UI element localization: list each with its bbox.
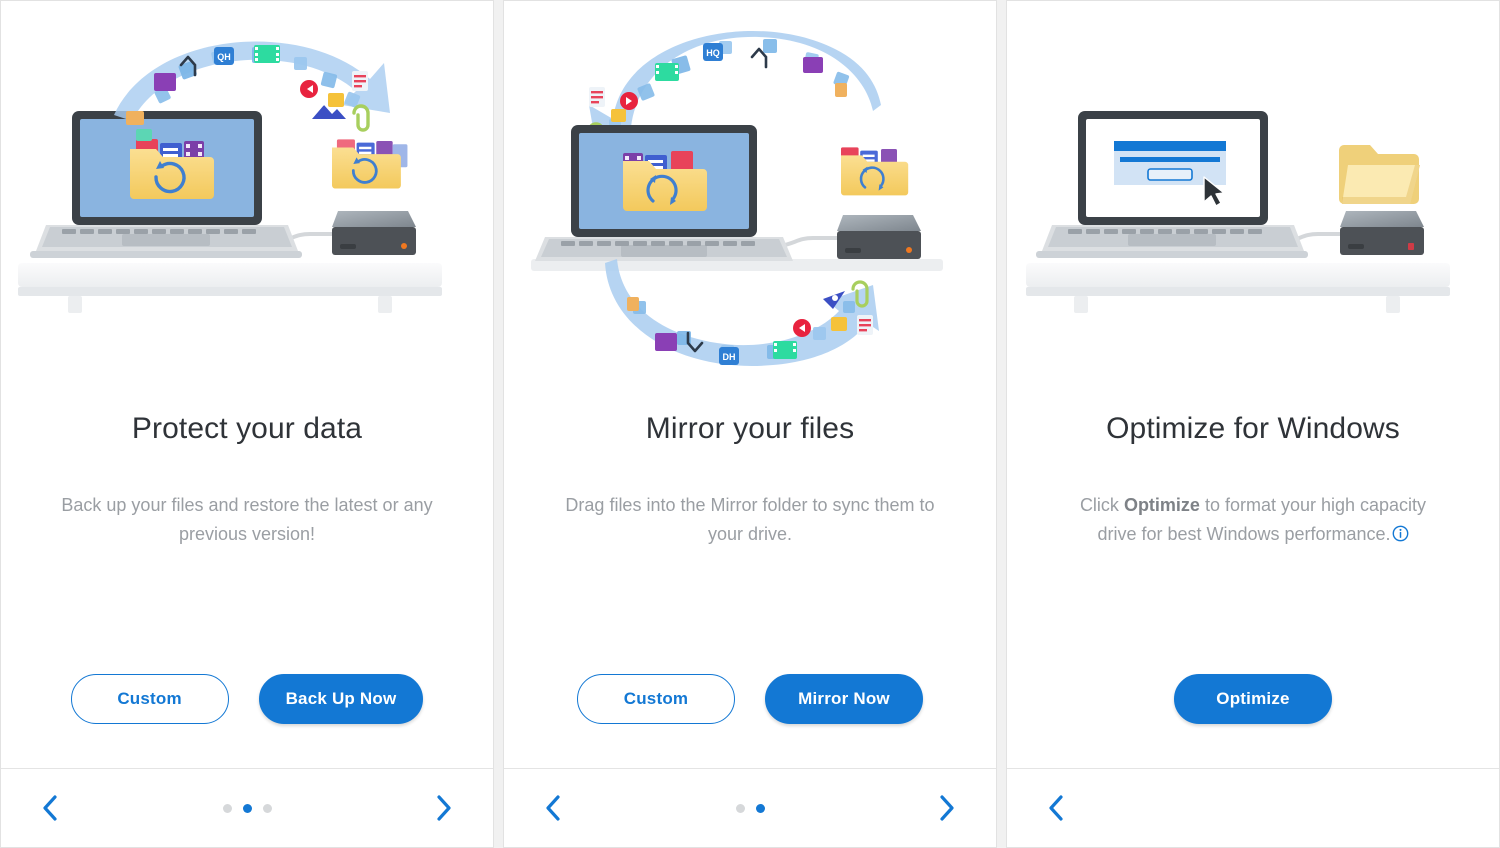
optimize-illustration	[1007, 1, 1499, 391]
carousel-footer	[504, 768, 996, 847]
mirror-now-button[interactable]: Mirror Now	[765, 674, 923, 724]
sync-arc-bottom: DH	[605, 259, 879, 366]
action-buttons: Custom Mirror Now	[504, 674, 996, 724]
panel-protect-your-data: QH Protect your data Back up your files …	[0, 0, 494, 848]
svg-text:DH: DH	[723, 352, 736, 362]
description-pre: Click	[1079, 495, 1124, 515]
svg-text:HQ: HQ	[706, 48, 720, 58]
mirror-illustration: HQ DH	[504, 1, 996, 391]
folder-over-drive	[332, 139, 408, 189]
previous-arrow-icon[interactable]	[1039, 791, 1073, 825]
page-description: Click Optimize to format your high capac…	[1058, 491, 1448, 551]
panel-body: QH Protect your data Back up your files …	[1, 1, 493, 768]
svg-text:QH: QH	[217, 52, 231, 62]
page-title: Optimize for Windows	[1106, 412, 1400, 445]
text-block: Mirror your files Drag files into the Mi…	[504, 411, 996, 549]
folder-on-screen	[130, 139, 214, 199]
previous-arrow-icon[interactable]	[536, 791, 570, 825]
dialog-on-screen	[1114, 141, 1226, 185]
information-icon[interactable]	[1392, 522, 1409, 551]
panel-body: HQ DH Mirror your files Drag files into …	[504, 1, 996, 768]
custom-button[interactable]: Custom	[577, 674, 735, 724]
carousel-footer	[1007, 768, 1499, 847]
back-up-now-button[interactable]: Back Up Now	[258, 674, 424, 724]
carousel-dot-active[interactable]	[242, 803, 252, 813]
backup-illustration: QH	[1, 1, 493, 391]
panel-body: Optimize for Windows Click Optimize to f…	[1007, 1, 1499, 768]
action-buttons: Optimize	[1007, 674, 1499, 724]
desk-shape	[18, 263, 442, 313]
next-arrow-icon[interactable]	[427, 791, 461, 825]
panel-mirror-your-files: HQ DH Mirror your files Drag files into …	[503, 0, 997, 848]
external-hard-drive	[1340, 211, 1424, 255]
carousel-footer	[1, 768, 493, 847]
carousel-dot[interactable]	[262, 803, 272, 813]
next-arrow-icon[interactable]	[930, 791, 964, 825]
external-hard-drive	[837, 215, 921, 259]
previous-arrow-icon[interactable]	[33, 791, 67, 825]
external-hard-drive	[332, 211, 416, 255]
carousel-dot[interactable]	[222, 803, 232, 813]
desk-shape	[1026, 263, 1450, 313]
carousel-dots	[504, 769, 996, 847]
page-title: Protect your data	[131, 412, 363, 445]
page-description: Drag files into the Mirror folder to syn…	[565, 495, 935, 545]
text-block: Protect your data Back up your files and…	[1, 411, 493, 549]
text-block: Optimize for Windows Click Optimize to f…	[1007, 411, 1499, 551]
carousel-dot[interactable]	[735, 803, 745, 813]
panel-optimize-for-windows: Optimize for Windows Click Optimize to f…	[1006, 0, 1500, 848]
custom-button[interactable]: Custom	[70, 674, 229, 724]
open-folder-icon	[1339, 145, 1420, 204]
mirror-folder-over-drive	[841, 147, 909, 196]
description-emphasis: Optimize	[1123, 495, 1200, 515]
carousel-dots	[1, 769, 493, 847]
optimize-button[interactable]: Optimize	[1174, 674, 1332, 724]
page-description: Back up your files and restore the lates…	[61, 495, 433, 545]
carousel-dot-active[interactable]	[755, 803, 765, 813]
onboarding-carousel-screens: QH Protect your data Back up your files …	[0, 0, 1500, 848]
action-buttons: Custom Back Up Now	[1, 674, 493, 724]
page-title: Mirror your files	[645, 412, 855, 445]
